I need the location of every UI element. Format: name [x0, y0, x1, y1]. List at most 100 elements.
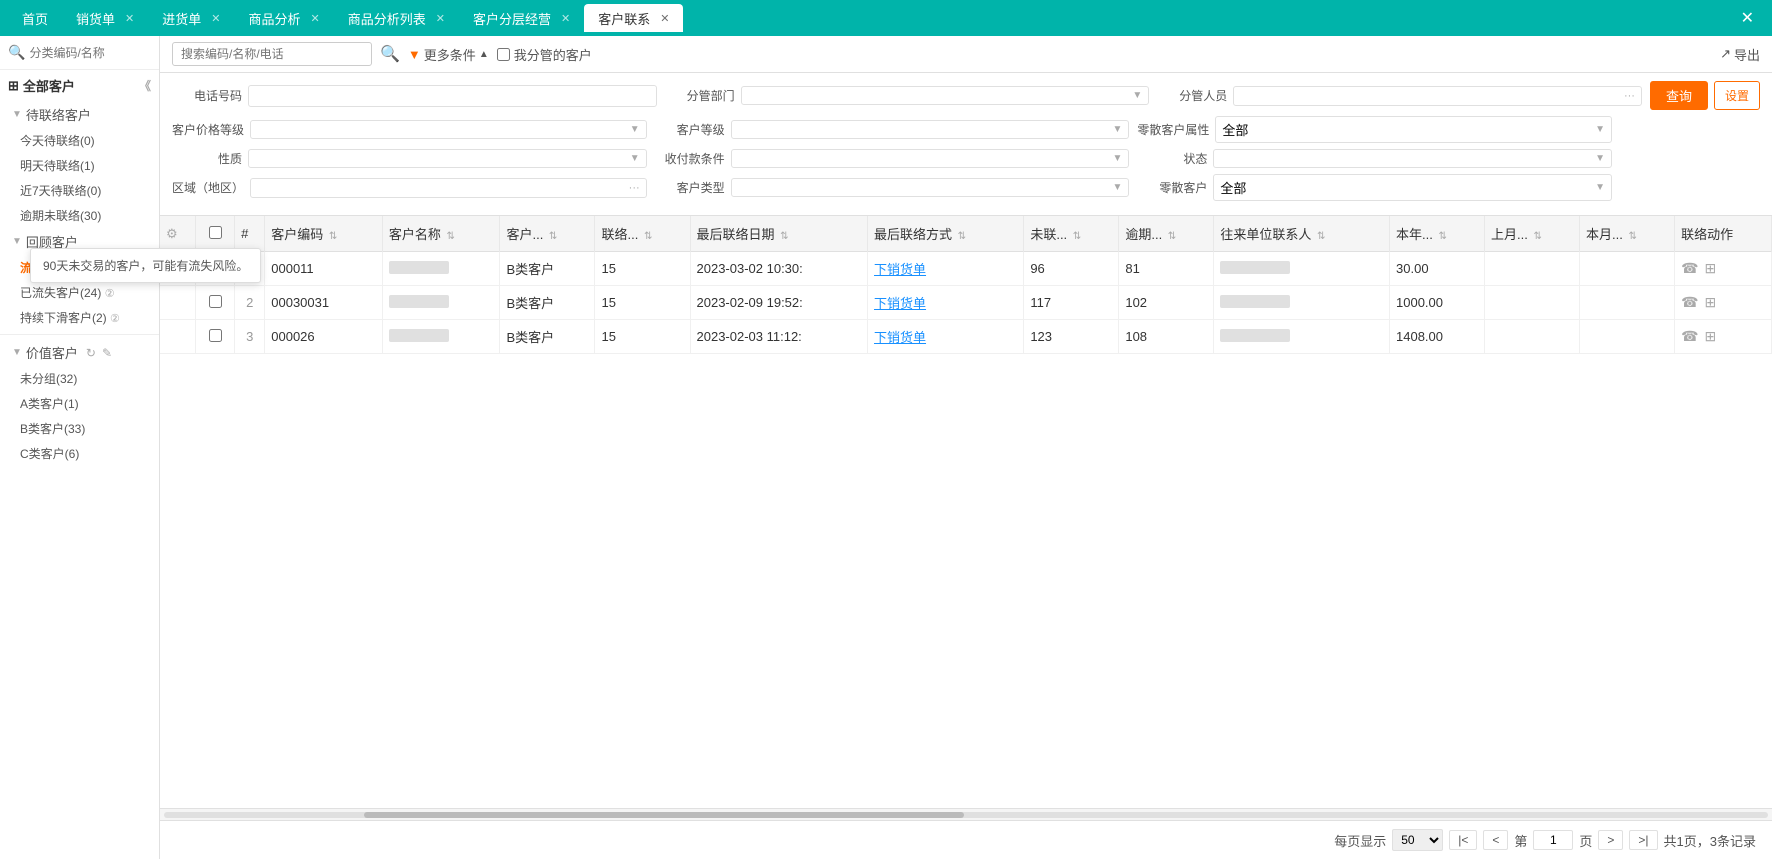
filter-person-select[interactable]: ··· [1233, 86, 1642, 106]
sidebar-item-class-b[interactable]: B类客户(33) [0, 416, 159, 441]
col-settings[interactable]: ⚙ [160, 216, 196, 252]
export-button[interactable]: ↗ 导出 [1720, 45, 1760, 64]
row-not-contacted: 117 [1024, 286, 1119, 320]
row-checkbox-cell[interactable] [196, 286, 235, 320]
close-customer-contact-tab[interactable]: ✕ [660, 12, 669, 25]
last-method-link[interactable]: 下销货单 [874, 262, 926, 277]
query-button[interactable]: 查询 [1650, 81, 1708, 110]
window-close-button[interactable]: ✕ [1731, 8, 1764, 28]
col-not-contacted[interactable]: 未联... ⇅ [1024, 216, 1119, 252]
row-last-method[interactable]: 下销货单 [868, 286, 1024, 320]
per-page-select[interactable]: 50 100 200 [1392, 829, 1443, 851]
col-last-method[interactable]: 最后联络方式 ⇅ [868, 216, 1024, 252]
last-method-link[interactable]: 下销货单 [874, 330, 926, 345]
row-this-month [1580, 252, 1675, 286]
col-this-month[interactable]: 本月... ⇅ [1580, 216, 1675, 252]
filter-gender-select[interactable]: ▼ [248, 149, 647, 168]
col-last-date[interactable]: 最后联络日期 ⇅ [690, 216, 868, 252]
filter-customer-type-select[interactable]: ▼ [731, 178, 1130, 197]
filter-gender: 性质 ▼ [172, 149, 647, 168]
filter-panel: 电话号码 分管部门 ▼ 分管人员 ··· [160, 73, 1772, 216]
page-number-input[interactable] [1533, 830, 1573, 850]
filter-payment-select[interactable]: ▼ [731, 149, 1130, 168]
first-page-button[interactable]: |< [1449, 830, 1477, 850]
row-name [382, 252, 500, 286]
close-analysis-tab[interactable]: ✕ [311, 12, 320, 25]
scroll-thumb[interactable] [364, 812, 964, 818]
contact-icon[interactable]: ☎ [1681, 260, 1698, 277]
contact-icon[interactable]: ☎ [1681, 328, 1698, 345]
tab-purchase[interactable]: 进货单 ✕ [148, 4, 234, 32]
col-last-month[interactable]: 上月... ⇅ [1485, 216, 1580, 252]
filter-region-select[interactable]: ··· [250, 178, 647, 198]
horizontal-scrollbar[interactable] [160, 808, 1772, 820]
more-action-icon[interactable]: ⊞ [1705, 328, 1717, 345]
main-search-input[interactable] [172, 42, 372, 66]
tab-analysis-list[interactable]: 商品分析列表 ✕ [334, 4, 459, 32]
sort-icon-code: ⇅ [329, 231, 337, 242]
row-checkbox-cell[interactable] [196, 320, 235, 354]
last-method-link[interactable]: 下销货单 [874, 296, 926, 311]
filter-phone-input[interactable] [248, 85, 657, 107]
sidebar-item-declining[interactable]: 持续下滑客户(2) ② [0, 305, 159, 330]
close-sales-tab[interactable]: ✕ [125, 12, 134, 25]
select-all-checkbox[interactable] [209, 226, 222, 239]
col-overdue[interactable]: 逾期... ⇅ [1119, 216, 1214, 252]
col-this-year[interactable]: 本年... ⇅ [1390, 216, 1485, 252]
contact-icon[interactable]: ☎ [1681, 294, 1698, 311]
table-row: 1 000011 B类客户 15 2023-03-02 10:30: 下销货单 … [160, 252, 1772, 286]
tab-home[interactable]: 首页 [8, 9, 62, 28]
main-search-button[interactable]: 🔍 [380, 44, 400, 64]
sidebar-item-tomorrow-contact[interactable]: 明天待联络(1) [0, 153, 159, 178]
col-name[interactable]: 客户名称 ⇅ [382, 216, 500, 252]
col-unit-contact[interactable]: 往来单位联系人 ⇅ [1214, 216, 1390, 252]
group-pending-contact[interactable]: ▼ 待联络客户 [0, 101, 159, 128]
my-customers-checkbox[interactable] [497, 48, 510, 61]
close-customer-tier-tab[interactable]: ✕ [561, 12, 570, 25]
row-last-method[interactable]: 下销货单 [868, 320, 1024, 354]
sidebar-item-today-contact[interactable]: 今天待联络(0) [0, 128, 159, 153]
filter-customer-level-select[interactable]: ▼ [731, 120, 1130, 139]
sidebar-item-7day-contact[interactable]: 近7天待联络(0) [0, 178, 159, 203]
my-customers-checkbox-label[interactable]: 我分管的客户 [497, 45, 592, 64]
filter-dept-select[interactable]: ▼ [741, 86, 1150, 105]
sidebar-item-churned[interactable]: 已流失客户(24) ② [0, 280, 159, 305]
filter-zero-attr-select[interactable]: 全部 ▼ [1215, 116, 1612, 143]
col-contact[interactable]: 联络... ⇅ [595, 216, 690, 252]
row-last-method[interactable]: 下销货单 [868, 252, 1024, 286]
filter-price-level-select[interactable]: ▼ [250, 120, 647, 139]
more-action-icon[interactable]: ⊞ [1705, 294, 1717, 311]
close-purchase-tab[interactable]: ✕ [211, 12, 220, 25]
filter-zero-customer-select[interactable]: 全部 ▼ [1213, 174, 1612, 201]
prev-page-button[interactable]: < [1483, 830, 1508, 850]
more-action-icon[interactable]: ⊞ [1705, 260, 1717, 277]
tab-customer-contact[interactable]: 客户联系 ✕ [584, 4, 683, 32]
sidebar-item-unclassified[interactable]: 未分组(32) [0, 366, 159, 391]
col-select-all[interactable] [196, 216, 235, 252]
more-dots-icon[interactable]: ··· [629, 182, 640, 194]
col-level[interactable]: 客户... ⇅ [500, 216, 595, 252]
close-analysis-list-tab[interactable]: ✕ [436, 12, 445, 25]
more-icon[interactable]: ··· [1624, 90, 1635, 102]
last-page-button[interactable]: >| [1629, 830, 1657, 850]
sidebar-item-class-a[interactable]: A类客户(1) [0, 391, 159, 416]
more-conditions-button[interactable]: ▼ 更多条件 ▲ [408, 45, 489, 64]
tab-customer-tier[interactable]: 客户分层经营 ✕ [459, 4, 584, 32]
sidebar-item-class-c[interactable]: C类客户(6) [0, 441, 159, 466]
row-checkbox-2[interactable] [209, 329, 222, 342]
edit-icon[interactable]: ✎ [102, 346, 112, 360]
col-code[interactable]: 客户编码 ⇅ [265, 216, 383, 252]
chevron-down-icon-6: ▼ [1112, 153, 1122, 164]
settings-button[interactable]: 设置 [1714, 81, 1760, 110]
col-action: 联络动作 [1675, 216, 1772, 252]
row-checkbox-1[interactable] [209, 295, 222, 308]
refresh-icon[interactable]: ↻ [86, 346, 96, 360]
filter-status-select[interactable]: ▼ [1213, 149, 1612, 168]
sidebar-item-overdue-contact[interactable]: 逾期未联络(30) [0, 203, 159, 228]
group-value-customers[interactable]: ▼ 价值客户 ↻ ✎ [0, 339, 159, 366]
next-page-button[interactable]: > [1598, 830, 1623, 850]
sidebar-search-input[interactable] [29, 46, 160, 60]
tab-sales[interactable]: 销货单 ✕ [62, 4, 148, 32]
tab-analysis[interactable]: 商品分析 ✕ [234, 4, 333, 32]
all-customers-header[interactable]: ⊞ 全部客户 《 [0, 70, 159, 101]
